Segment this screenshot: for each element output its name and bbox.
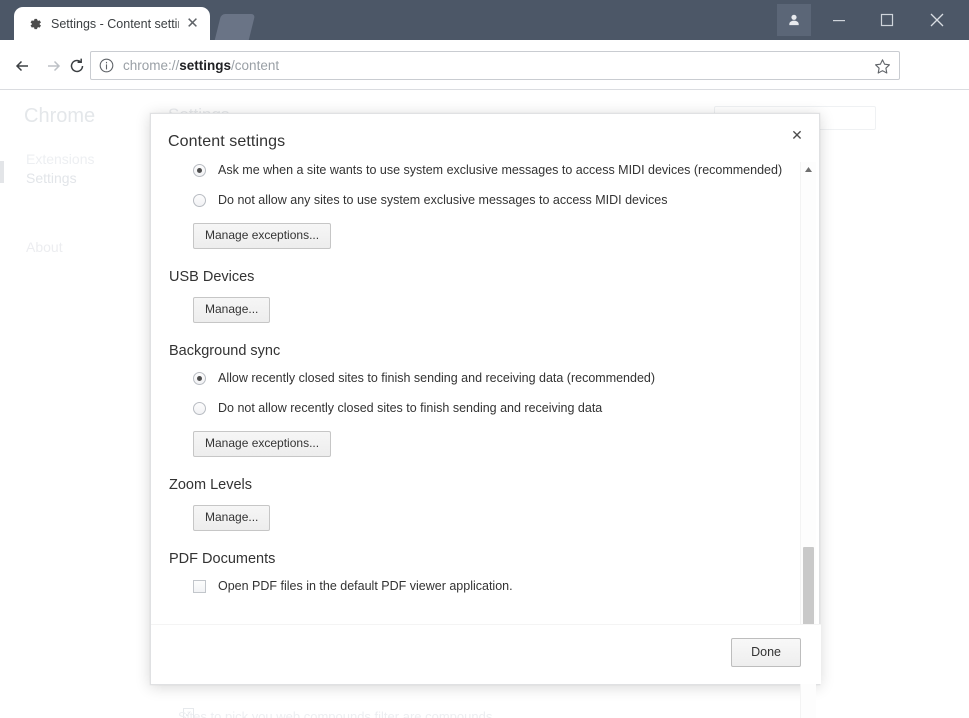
option-label: Do not allow any sites to use system exc…	[218, 193, 668, 207]
tab-close-icon[interactable]: ✕	[185, 15, 200, 32]
site-info-icon[interactable]	[99, 58, 114, 73]
sidebar-item-settings[interactable]: Settings	[26, 170, 77, 186]
url-host: settings	[179, 58, 232, 73]
window-close-button[interactable]	[914, 0, 959, 40]
dialog-scroll-area[interactable]: Allow all sites to use system exclusive …	[151, 159, 821, 644]
option-row[interactable]: Do not allow recently closed sites to fi…	[193, 393, 783, 423]
manage-button-zoom-levels[interactable]: Manage...	[193, 505, 271, 531]
bookmark-star-icon[interactable]	[874, 58, 891, 75]
dialog-close-icon[interactable]: ✕	[787, 125, 807, 145]
manage-button-usb-devices[interactable]: Manage...	[193, 297, 271, 323]
option-label: Allow recently closed sites to finish se…	[218, 371, 656, 385]
url-scheme: chrome://	[123, 58, 180, 73]
sidebar-item-about[interactable]: About	[26, 239, 63, 255]
radio-midi-ask[interactable]	[193, 163, 206, 177]
address-bar[interactable]: chrome://settings/content	[90, 51, 900, 80]
checkbox-open-pdf-external[interactable]	[193, 579, 206, 593]
sidebar-item-extensions[interactable]: Extensions	[26, 151, 94, 167]
sidebar-active-marker	[0, 161, 4, 183]
section-heading-pdf-documents: PDF Documents	[169, 551, 276, 567]
option-row[interactable]: Open PDF files in the default PDF viewer…	[193, 571, 783, 601]
scrollbar-thumb[interactable]	[803, 547, 814, 635]
section-midi: Ask me when a site wants to use system e…	[169, 159, 783, 249]
dialog-content: Allow all sites to use system exclusive …	[151, 159, 801, 601]
new-tab-button[interactable]	[214, 14, 256, 40]
browser-tab[interactable]: Settings - Content settin ✕	[14, 7, 210, 40]
section-background-sync: Background sync Allow recently closed si…	[169, 323, 783, 457]
done-button[interactable]: Done	[731, 638, 801, 667]
window-minimize-button[interactable]	[816, 0, 861, 40]
section-usb-devices: USB Devices Manage...	[169, 249, 783, 323]
content-settings-dialog: Content settings ✕ Allow all sites to us…	[150, 113, 821, 718]
scrollbar-up-arrow-icon[interactable]	[801, 162, 816, 177]
option-row[interactable]: Ask me when a site wants to use system e…	[193, 159, 783, 185]
sidebar-brand: Chrome	[24, 105, 96, 127]
url-path: /content	[231, 58, 280, 73]
section-zoom-levels: Zoom Levels Manage...	[169, 457, 783, 531]
radio-bgsync-allow[interactable]	[193, 371, 206, 385]
gear-icon	[27, 16, 43, 32]
manage-exceptions-button-background-sync[interactable]: Manage exceptions...	[193, 431, 332, 457]
tab-title: Settings - Content settin	[51, 16, 179, 31]
profile-avatar-icon[interactable]	[777, 4, 811, 36]
browser-window: Settings - Content settin ✕ chrome://set…	[0, 0, 969, 718]
dialog-footer: Done	[151, 624, 821, 684]
back-icon[interactable]	[9, 53, 35, 79]
section-heading-usb-devices: USB Devices	[169, 269, 255, 285]
window-maximize-button[interactable]	[864, 0, 909, 40]
settings-sidebar: Chrome Extensions Settings About	[0, 91, 150, 718]
reload-icon[interactable]	[64, 53, 90, 79]
section-heading-zoom-levels: Zoom Levels	[169, 477, 253, 493]
section-heading-background-sync: Background sync	[169, 343, 281, 359]
url-text: chrome://settings/content	[123, 58, 279, 73]
radio-bgsync-block[interactable]	[193, 401, 206, 415]
title-bar: Settings - Content settin ✕	[0, 0, 969, 40]
option-row[interactable]: Allow recently closed sites to finish se…	[193, 363, 783, 393]
manage-exceptions-button-midi[interactable]: Manage exceptions...	[193, 223, 332, 249]
option-label: Open PDF files in the default PDF viewer…	[218, 579, 513, 593]
option-label: Do not allow recently closed sites to fi…	[218, 401, 603, 415]
background-option-row: Sites to pick you web compounds filter a…	[178, 709, 493, 718]
dialog-title: Content settings	[168, 133, 286, 150]
option-label: Ask me when a site wants to use system e…	[218, 163, 783, 177]
section-pdf-documents: PDF Documents Open PDF files in the defa…	[169, 531, 783, 601]
browser-toolbar: chrome://settings/content	[0, 40, 969, 115]
radio-midi-block[interactable]	[193, 193, 206, 207]
option-row[interactable]: Do not allow any sites to use system exc…	[193, 185, 783, 215]
